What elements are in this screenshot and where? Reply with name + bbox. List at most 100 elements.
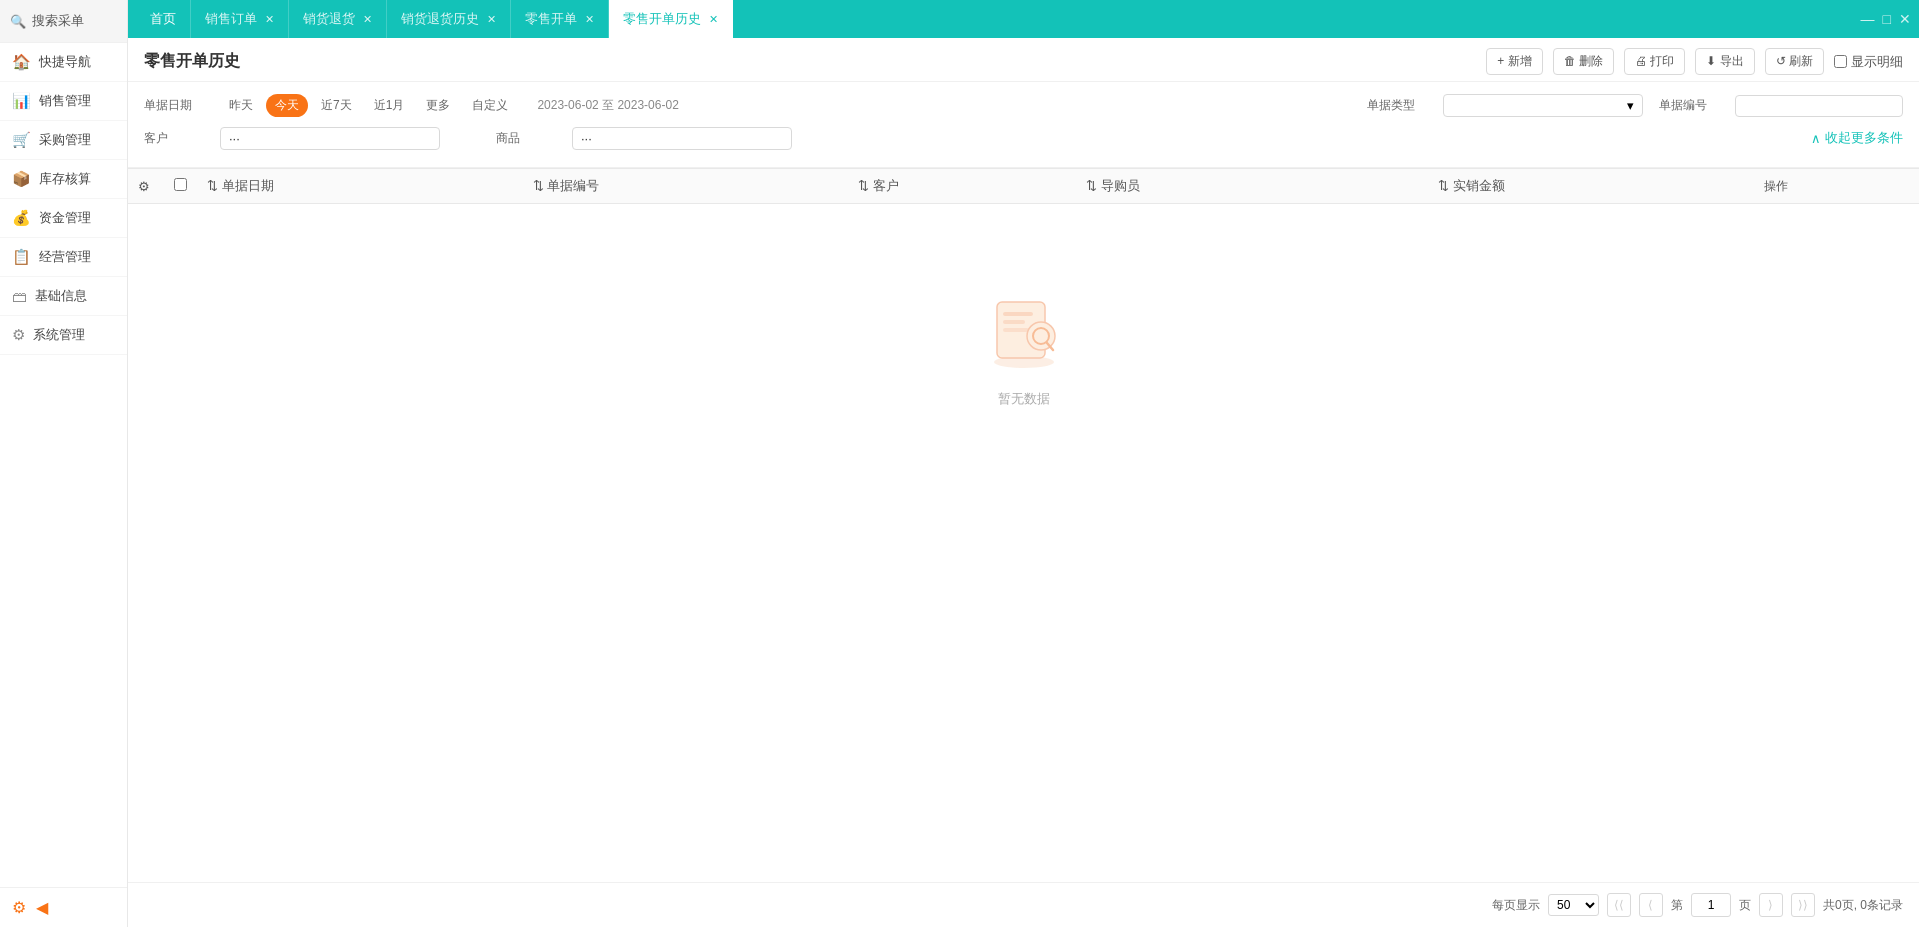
action-col-header: 操作 [1754, 169, 1919, 204]
total-info: 共0页, 0条记录 [1823, 897, 1903, 914]
tab-sales-return-history[interactable]: 销货退货历史✕ [387, 0, 511, 38]
tabs-container: 首页销售订单✕销货退货✕销货退货历史✕零售开单✕零售开单历史✕ [136, 0, 1861, 38]
date-btn-近7天[interactable]: 近7天 [312, 94, 361, 117]
empty-text: 暂无数据 [998, 390, 1050, 408]
customer-filter-input[interactable]: ··· [220, 127, 440, 150]
sidebar-item-operations[interactable]: 📋经营管理 [0, 238, 127, 277]
check-col-header[interactable] [164, 169, 197, 204]
empty-state: 暂无数据 [128, 204, 1919, 488]
sidebar-item-sales-mgmt[interactable]: 📊 销售管理 [0, 82, 127, 121]
customer-col-header[interactable]: ⇅ 客户 [848, 169, 1076, 204]
filter-row-1: 单据日期 昨天今天近7天近1月更多自定义 2023-06-02 至 2023-0… [144, 94, 1903, 117]
tab-close-retail-open[interactable]: ✕ [585, 13, 594, 26]
window-close[interactable]: ✕ [1899, 11, 1911, 27]
inventory-icon: 📦 [12, 170, 31, 188]
svg-rect-4 [1003, 328, 1029, 332]
tab-label-retail-open-history: 零售开单历史 [623, 10, 701, 28]
collapse-filter-btn[interactable]: ∧ 收起更多条件 [1811, 125, 1903, 151]
number-filter-input[interactable] [1735, 95, 1903, 117]
collapse-sidebar-icon[interactable]: ◀ [36, 898, 48, 917]
table-header: ⚙ ⇅ 单据日期 ⇅ 单据编号 ⇅ 客户 [128, 169, 1919, 204]
main-area: 首页销售订单✕销货退货✕销货退货历史✕零售开单✕零售开单历史✕ — □ ✕ 零售… [128, 0, 1919, 927]
tab-retail-open-history[interactable]: 零售开单历史 ✕ [609, 0, 733, 38]
page-suffix: 页 [1739, 897, 1751, 914]
next-page-btn[interactable]: ⟩ [1759, 893, 1783, 917]
settings-col-header[interactable]: ⚙ [128, 169, 164, 204]
window-minimize[interactable]: — [1861, 11, 1875, 27]
tab-bar: 首页销售订单✕销货退货✕销货退货历史✕零售开单✕零售开单历史✕ — □ ✕ [128, 0, 1919, 38]
sidebar-item-purchase-mgmt[interactable]: 🛒采购管理 [0, 121, 127, 160]
svg-rect-2 [1003, 312, 1033, 316]
sidebar-bottom: ⚙ ◀ [0, 887, 127, 927]
page-size-select[interactable]: 102050100 [1548, 894, 1599, 916]
sidebar-item-finance[interactable]: 💰资金管理 [0, 199, 127, 238]
tab-label-sales-order: 销售订单 [205, 10, 257, 28]
select-all-checkbox[interactable] [174, 178, 187, 191]
export-button[interactable]: ⬇ 导出 [1695, 48, 1754, 75]
table-settings-icon[interactable]: ⚙ [138, 179, 150, 194]
date-col-header[interactable]: ⇅ 单据日期 [197, 169, 523, 204]
date-btn-近1月[interactable]: 近1月 [365, 94, 414, 117]
tab-close-sales-return-history[interactable]: ✕ [487, 13, 496, 26]
date-btn-更多[interactable]: 更多 [417, 94, 459, 117]
content-area: 零售开单历史 + 新增 🗑 删除 🖨 打印 ⬇ 导出 ↺ 刷新 显示明细 单据日… [128, 38, 1919, 927]
svg-rect-3 [1003, 320, 1025, 324]
sidebar-item-quick-nav[interactable]: 🏠 快捷导航 [0, 43, 127, 82]
print-button[interactable]: 🖨 打印 [1624, 48, 1685, 75]
customer-filter-label: 客户 [144, 130, 204, 147]
prev-page-btn[interactable]: ⟨ [1639, 893, 1663, 917]
sidebar: 🔍 搜索采单 🏠 快捷导航 📊 销售管理 🛒采购管理 📦 库存核算 💰资金管理📋经营管理🗃基础… [0, 0, 128, 927]
tab-retail-open[interactable]: 零售开单✕ [511, 0, 609, 38]
amount-col-label: ⇅ 实销金额 [1438, 178, 1505, 193]
date-btn-昨天[interactable]: 昨天 [220, 94, 262, 117]
add-button[interactable]: + 新增 [1486, 48, 1542, 75]
settings-bottom-icon[interactable]: ⚙ [12, 898, 26, 917]
page-size-label: 每页显示 [1492, 897, 1540, 914]
tab-label-sales-return: 销货退货 [303, 10, 355, 28]
toolbar: + 新增 🗑 删除 🖨 打印 ⬇ 导出 ↺ 刷新 显示明细 [1486, 48, 1903, 75]
number-col-header[interactable]: ⇅ 单据编号 [523, 169, 849, 204]
tab-close-sales-return[interactable]: ✕ [363, 13, 372, 26]
window-maximize[interactable]: □ [1883, 11, 1891, 27]
date-btn-今天[interactable]: 今天 [266, 94, 308, 117]
goods-filter-input[interactable]: ··· [572, 127, 792, 150]
date-filter-label: 单据日期 [144, 97, 204, 114]
customer-col-label: ⇅ 客户 [858, 178, 899, 193]
first-page-btn[interactable]: ⟨⟨ [1607, 893, 1631, 917]
amount-col-header[interactable]: ⇅ 实销金额 [1428, 169, 1754, 204]
last-page-btn[interactable]: ⟩⟩ [1791, 893, 1815, 917]
tab-close-sales-order[interactable]: ✕ [265, 13, 274, 26]
tab-close-retail-open-history[interactable]: ✕ [709, 13, 718, 26]
type-select-arrow: ▾ [1627, 98, 1634, 113]
page-label: 第 [1671, 897, 1683, 914]
customer-placeholder: ··· [229, 131, 240, 146]
show-detail-input[interactable] [1834, 55, 1847, 68]
tab-sales-return[interactable]: 销货退货 ✕ [289, 0, 387, 38]
page-number-input[interactable] [1691, 893, 1731, 917]
sidebar-item-sys-mgmt[interactable]: ⚙系统管理 [0, 316, 127, 355]
inventory-label: 库存核算 [39, 170, 91, 188]
date-col-label: ⇅ 单据日期 [207, 178, 274, 193]
date-range-text: 2023-06-02 至 2023-06-02 [537, 97, 678, 114]
sidebar-item-inventory[interactable]: 📦 库存核算 [0, 160, 127, 199]
page-title: 零售开单历史 [144, 51, 240, 72]
number-filter-label: 单据编号 [1659, 97, 1719, 114]
quick-nav-icon: 🏠 [12, 53, 31, 71]
tab-home[interactable]: 首页 [136, 0, 191, 38]
tab-sales-order[interactable]: 销售订单 ✕ [191, 0, 289, 38]
refresh-button[interactable]: ↺ 刷新 [1765, 48, 1824, 75]
type-filter-select[interactable]: ▾ [1443, 94, 1643, 117]
date-btn-自定义[interactable]: 自定义 [463, 94, 517, 117]
sales-mgmt-label: 销售管理 [39, 92, 91, 110]
goods-filter-label: 商品 [496, 130, 556, 147]
show-detail-checkbox[interactable]: 显示明细 [1834, 53, 1903, 71]
salesperson-col-header[interactable]: ⇅ 导购员 [1076, 169, 1353, 204]
sidebar-search[interactable]: 🔍 搜索采单 [0, 0, 127, 43]
collapse-label: 收起更多条件 [1825, 129, 1903, 147]
sidebar-item-basic-info[interactable]: 🗃基础信息 [0, 277, 127, 316]
quick-nav-label: 快捷导航 [39, 53, 91, 71]
filter-area: 单据日期 昨天今天近7天近1月更多自定义 2023-06-02 至 2023-0… [128, 82, 1919, 168]
delete-button[interactable]: 🗑 删除 [1553, 48, 1614, 75]
sales-mgmt-icon: 📊 [12, 92, 31, 110]
sidebar-search-label: 搜索采单 [32, 12, 84, 30]
